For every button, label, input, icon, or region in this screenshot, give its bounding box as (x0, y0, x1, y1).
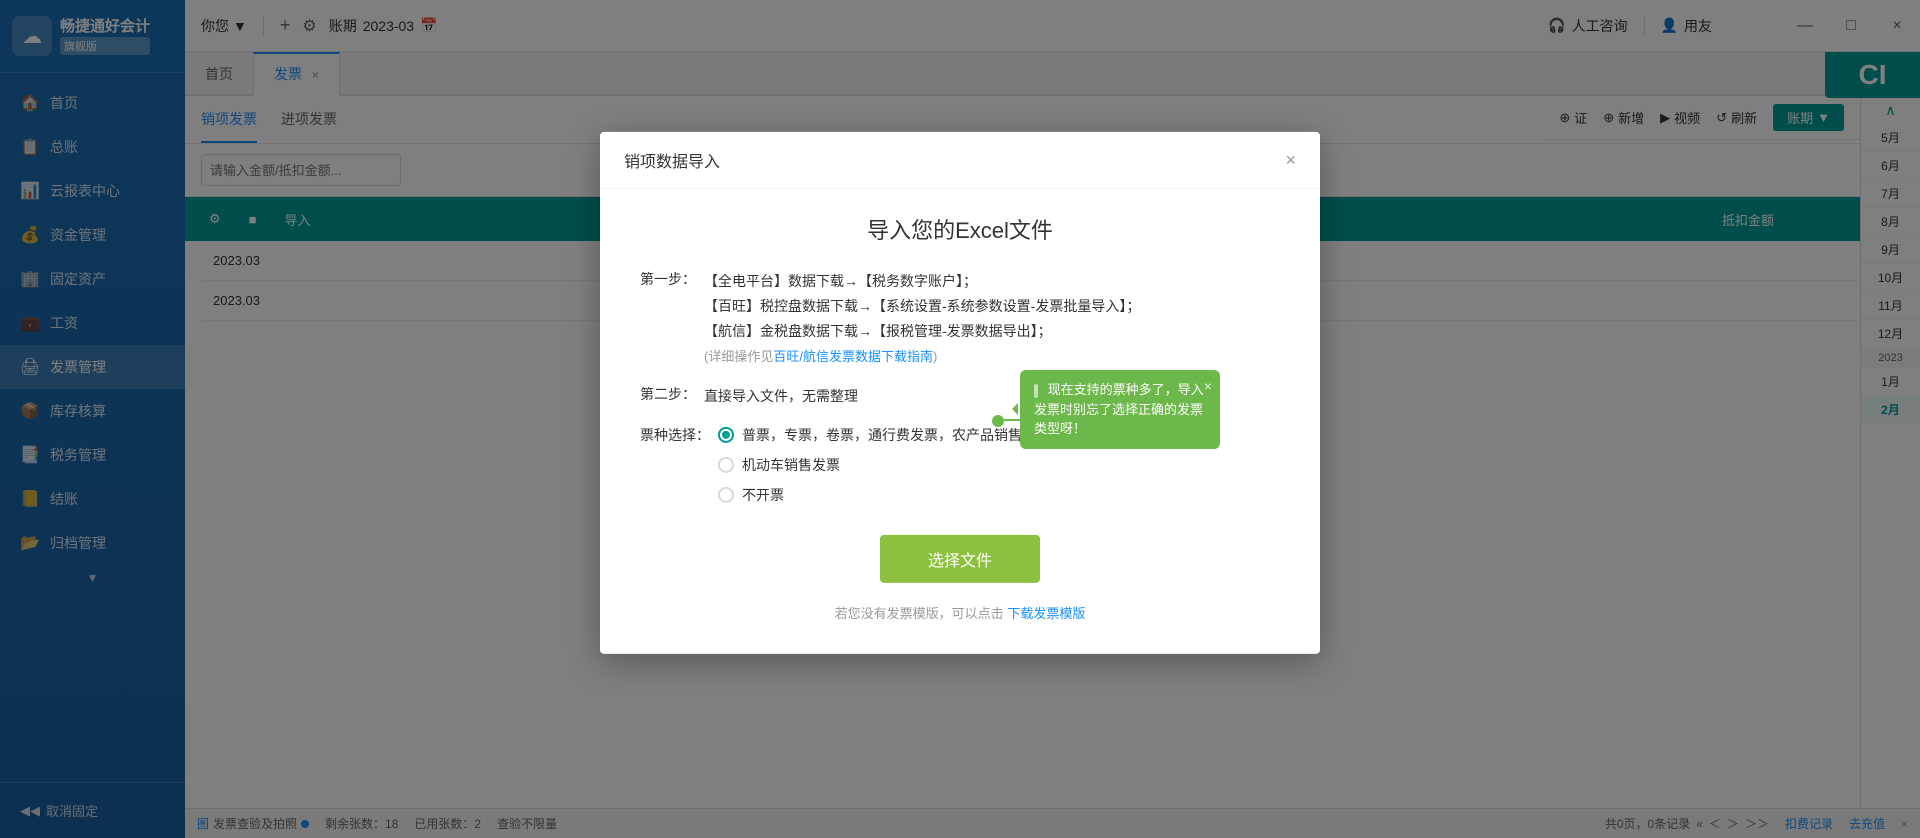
radio-circle-motor (718, 457, 734, 473)
select-file-button[interactable]: 选择文件 (880, 535, 1040, 583)
tooltip-bubble: × 现在支持的票种多了，导入发票时别忘了选择正确的发票类型呀！ (1020, 370, 1220, 449)
step1-line3: 【航信】金税盘数据下载→【报税管理-发票数据导出】； (704, 319, 1140, 344)
radio-dot-normal (722, 431, 730, 439)
modal-title: 销项数据导入 (624, 148, 720, 172)
step1-label: 第一步： (640, 269, 696, 289)
step1-line2: 【百旺】税控盘数据下载→【系统设置-系统参数设置-发票批量导入】； (704, 294, 1140, 319)
step1-line1: 【全电平台】数据下载→【税务数字账户】； (704, 269, 1140, 294)
radio-motor[interactable]: 机动车销售发票 (718, 455, 1050, 475)
tooltip-indicator (1034, 384, 1038, 398)
step2-label: 第二步： (640, 384, 696, 404)
step1-content: 【全电平台】数据下载→【税务数字账户】； 【百旺】税控盘数据下载→【系统设置-系… (704, 269, 1140, 368)
tooltip-dot (992, 415, 1004, 427)
step2-content: 直接导入文件，无需整理 (704, 384, 858, 409)
download-template-link[interactable]: 下载发票模版 (1007, 606, 1085, 621)
step1-note: (详细操作见百旺/航信发票数据下载指南) (704, 344, 1140, 367)
modal-close-button[interactable]: × (1285, 149, 1296, 170)
modal-footer: 若您没有发票模版，可以点击 下载发票模版 (640, 603, 1280, 622)
ticket-label: 票种选择： (640, 425, 710, 445)
radio-circle-normal (718, 427, 734, 443)
tooltip-text: 现在支持的票种多了，导入发票时别忘了选择正确的发票类型呀！ (1034, 382, 1204, 436)
radio-normal[interactable]: 普票，专票，卷票，通行费发票，农产品销售发票 (718, 425, 1050, 445)
modal-header: 销项数据导入 × (600, 132, 1320, 189)
radio-no-invoice[interactable]: 不开票 (718, 485, 1050, 505)
radio-circle-no-invoice (718, 487, 734, 503)
tooltip-close-button[interactable]: × (1204, 376, 1212, 397)
modal-main-title: 导入您的Excel文件 (640, 213, 1280, 245)
tooltip-line (1004, 419, 1020, 421)
step-1: 第一步： 【全电平台】数据下载→【税务数字账户】； 【百旺】税控盘数据下载→【系… (640, 269, 1280, 368)
step1-link[interactable]: 百旺/航信发票数据下载指南 (773, 348, 933, 363)
